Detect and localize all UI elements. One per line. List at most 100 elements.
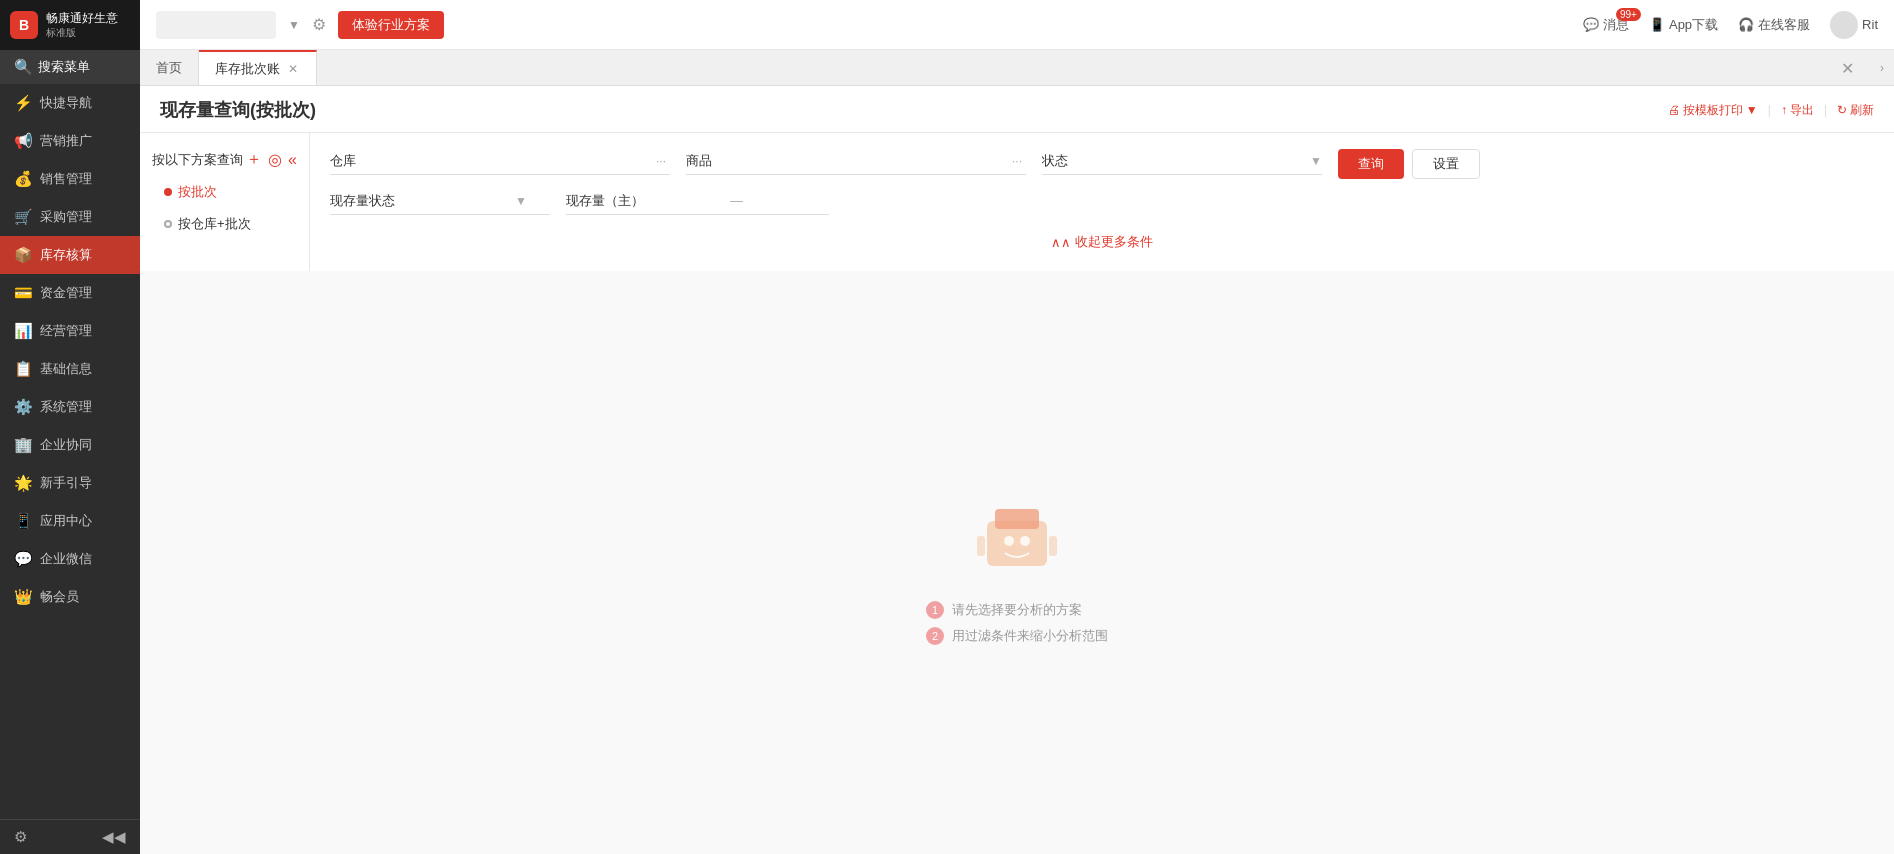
online-service-btn[interactable]: 🎧 在线客服 — [1738, 16, 1810, 34]
app-logo: B — [10, 11, 38, 39]
sidebar-label-finance: 资金管理 — [40, 284, 92, 302]
svg-point-3 — [1020, 536, 1030, 546]
sidebar-item-appstore[interactable]: 📱 应用中心 — [0, 502, 140, 540]
topbar: ▼ ⚙ 体验行业方案 💬 消息 99+ 📱 App下载 🎧 在线客服 Rit — [140, 0, 1894, 50]
settings-icon[interactable]: ⚙ — [14, 828, 27, 846]
main-area: ▼ ⚙ 体验行业方案 💬 消息 99+ 📱 App下载 🎧 在线客服 Rit — [140, 0, 1894, 854]
filter-row-1: 仓库 ··· 商品 ··· 状态 ▼ 查询 — [330, 147, 1874, 179]
product-filter-group: 商品 ··· — [686, 151, 1026, 175]
svg-rect-4 — [977, 536, 985, 556]
appstore-icon: 📱 — [14, 512, 32, 530]
collapse-sidebar-icon[interactable]: ◀◀ — [102, 828, 126, 846]
sidebar-label-wechat: 企业微信 — [40, 550, 92, 568]
settings-button[interactable]: 设置 — [1412, 149, 1480, 179]
sidebar-item-search-menu[interactable]: 🔍 搜索菜单 — [0, 50, 140, 84]
sidebar-label-search-menu: 搜索菜单 — [38, 58, 90, 76]
print-btn[interactable]: 🖨 按模板打印 ▼ — [1668, 102, 1758, 119]
empty-tip-1: 1 请先选择要分析的方案 — [926, 601, 1108, 619]
phone-icon: 📱 — [1649, 17, 1665, 32]
sidebar-item-newbie[interactable]: 🌟 新手引导 — [0, 464, 140, 502]
headset-icon: 🎧 — [1738, 17, 1754, 32]
filter-scheme-by-batch-label: 按批次 — [178, 183, 217, 201]
filter-sidebar: 按以下方案查询 ＋ ◎ « 按批次 按仓库+批次 — [140, 133, 310, 271]
app-download-btn[interactable]: 📱 App下载 — [1649, 16, 1718, 34]
sidebar-item-operations[interactable]: 📊 经营管理 — [0, 312, 140, 350]
sidebar-item-purchase[interactable]: 🛒 采购管理 — [0, 198, 140, 236]
messages-badge: 99+ — [1616, 8, 1641, 21]
filter-sidebar-title: 按以下方案查询 — [152, 151, 243, 169]
sidebar-item-sales[interactable]: 💰 销售管理 — [0, 160, 140, 198]
warehouse-more-icon[interactable]: ··· — [652, 152, 670, 170]
stock-qty-to-input[interactable] — [749, 191, 829, 210]
status-filter-group: 状态 ▼ — [1042, 151, 1322, 175]
tab-inventory-batch[interactable]: 库存批次账 ✕ — [199, 50, 317, 85]
filter-scheme-by-batch[interactable]: 按批次 — [140, 176, 309, 208]
export-icon: ↑ — [1781, 103, 1787, 117]
warehouse-filter-group: 仓库 ··· — [330, 151, 670, 175]
product-more-icon[interactable]: ··· — [1008, 152, 1026, 170]
collapse-filter-icon[interactable]: « — [288, 151, 297, 169]
collapse-more-conditions-btn[interactable]: ∧∧ 收起更多条件 — [330, 227, 1874, 257]
status-input[interactable] — [1102, 151, 1310, 170]
inactive-dot — [164, 220, 172, 228]
refresh-btn[interactable]: ↻ 刷新 — [1837, 102, 1874, 119]
tab-panel-arrow-icon[interactable]: › — [1880, 61, 1884, 75]
action-divider2: | — [1824, 103, 1827, 117]
sidebar-item-enterprise[interactable]: 🏢 企业协同 — [0, 426, 140, 464]
inventory-icon: 📦 — [14, 246, 32, 264]
try-industry-btn[interactable]: 体验行业方案 — [338, 11, 444, 39]
operations-icon: 📊 — [14, 322, 32, 340]
page-content: 现存量查询(按批次) 🖨 按模板打印 ▼ | ↑ 导出 | ↻ — [140, 86, 1894, 854]
sidebar-item-basic[interactable]: 📋 基础信息 — [0, 350, 140, 388]
add-scheme-icon[interactable]: ＋ — [246, 149, 262, 170]
product-label: 商品 — [686, 152, 746, 170]
stock-qty-label: 现存量（主） — [566, 192, 644, 210]
stock-status-dropdown-arrow[interactable]: ▼ — [515, 194, 527, 208]
empty-illustration — [967, 481, 1067, 581]
tab-panel-close-icon[interactable]: ✕ — [1841, 58, 1854, 77]
page-actions: 🖨 按模板打印 ▼ | ↑ 导出 | ↻ 刷新 — [1668, 102, 1874, 119]
sidebar: B 畅康通好生意 标准版 🔍 搜索菜单 ⚡ 快捷导航 📢 营销推广 💰 销售管理… — [0, 0, 140, 854]
tab-close-inventory-batch[interactable]: ✕ — [286, 60, 300, 78]
marketing-icon: 📢 — [14, 132, 32, 150]
settings-scheme-icon[interactable]: ◎ — [268, 150, 282, 169]
newbie-icon: 🌟 — [14, 474, 32, 492]
quick-nav-icon: ⚡ — [14, 94, 32, 112]
topbar-search-box[interactable] — [156, 11, 276, 39]
refresh-label: 刷新 — [1850, 102, 1874, 119]
topbar-dropdown-arrow[interactable]: ▼ — [288, 18, 300, 32]
user-profile[interactable]: Rit — [1830, 11, 1878, 39]
sidebar-label-appstore: 应用中心 — [40, 512, 92, 530]
status-dropdown-arrow[interactable]: ▼ — [1310, 154, 1322, 168]
svg-rect-1 — [995, 509, 1039, 529]
empty-state: 1 请先选择要分析的方案 2 用过滤条件来缩小分析范围 — [140, 271, 1894, 854]
filter-sidebar-actions: ＋ ◎ « — [246, 149, 297, 170]
print-dropdown-arrow[interactable]: ▼ — [1746, 103, 1758, 117]
topbar-settings-icon[interactable]: ⚙ — [312, 15, 326, 34]
sidebar-label-newbie: 新手引导 — [40, 474, 92, 492]
sidebar-item-quick-nav[interactable]: ⚡ 快捷导航 — [0, 84, 140, 122]
product-input[interactable] — [746, 151, 1008, 170]
sidebar-item-inventory[interactable]: 📦 库存核算 — [0, 236, 140, 274]
filter-scheme-by-warehouse-batch[interactable]: 按仓库+批次 — [140, 208, 309, 240]
print-icon: 🖨 — [1668, 103, 1680, 117]
query-button[interactable]: 查询 — [1338, 149, 1404, 179]
tab-home[interactable]: 首页 — [140, 50, 199, 85]
enterprise-icon: 🏢 — [14, 436, 32, 454]
purchase-icon: 🛒 — [14, 208, 32, 226]
sidebar-item-system[interactable]: ⚙️ 系统管理 — [0, 388, 140, 426]
messages-btn[interactable]: 💬 消息 99+ — [1583, 16, 1629, 34]
wechat-icon: 💬 — [14, 550, 32, 568]
stock-status-input[interactable] — [395, 191, 515, 210]
sidebar-item-wechat[interactable]: 💬 企业微信 — [0, 540, 140, 578]
message-icon: 💬 — [1583, 17, 1599, 32]
warehouse-input[interactable] — [390, 151, 652, 170]
export-btn[interactable]: ↑ 导出 — [1781, 102, 1814, 119]
sidebar-item-vip[interactable]: 👑 畅会员 — [0, 578, 140, 616]
sidebar-item-finance[interactable]: 💳 资金管理 — [0, 274, 140, 312]
page-title-row: 现存量查询(按批次) 🖨 按模板打印 ▼ | ↑ 导出 | ↻ — [160, 98, 1874, 132]
tab-inventory-batch-label: 库存批次账 — [215, 60, 280, 78]
collapse-label: 收起更多条件 — [1075, 233, 1153, 251]
sidebar-item-marketing[interactable]: 📢 营销推广 — [0, 122, 140, 160]
stock-qty-from-input[interactable] — [644, 191, 724, 210]
